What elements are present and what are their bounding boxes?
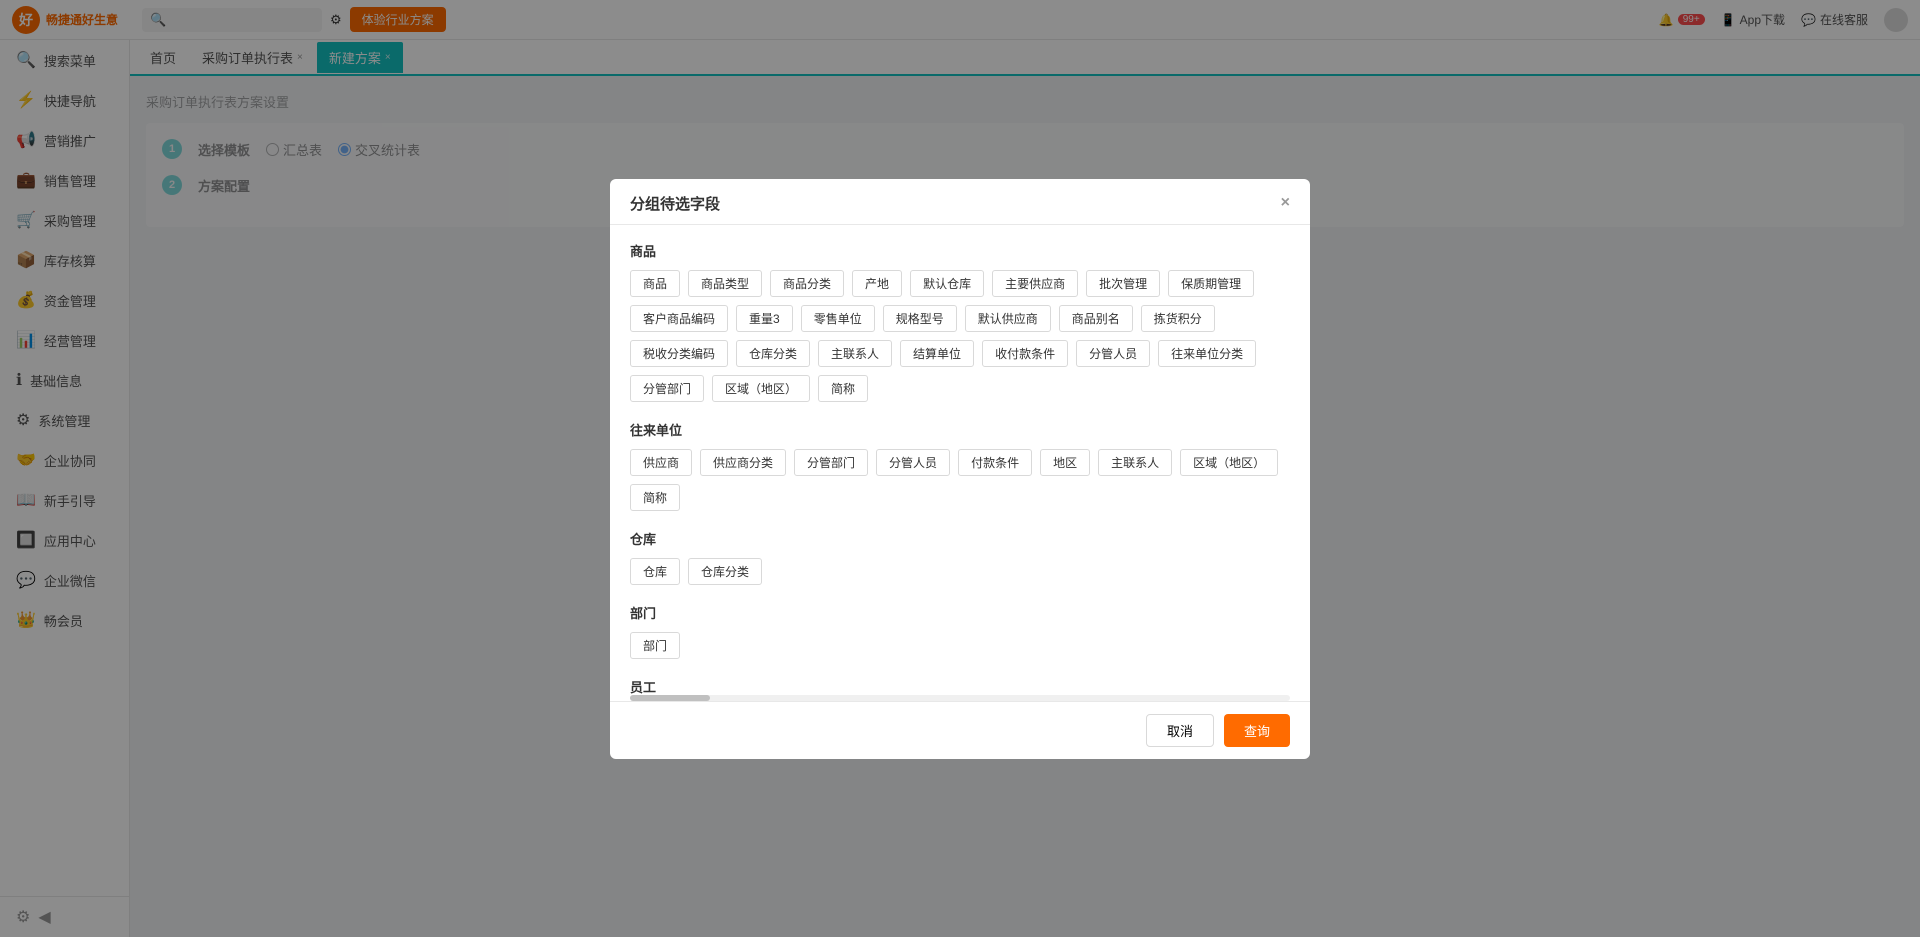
field-tag-main-contact[interactable]: 主联系人 (818, 340, 892, 367)
field-tag-customer-code[interactable]: 客户商品编码 (630, 305, 728, 332)
field-select-modal: 分组待选字段 × 商品 商品 商品类型 商品分类 产地 默认仓库 主要供应商 批… (610, 179, 1310, 759)
product-field-tags: 商品 商品类型 商品分类 产地 默认仓库 主要供应商 批次管理 保质期管理 客户… (630, 270, 1290, 402)
dept-field-tags: 部门 (630, 632, 1290, 659)
field-tag-product-alias[interactable]: 商品别名 (1059, 305, 1133, 332)
field-tag-payment-terms[interactable]: 收付款条件 (982, 340, 1068, 367)
field-tag-region[interactable]: 区域（地区） (712, 375, 810, 402)
field-tag-spec-model[interactable]: 规格型号 (883, 305, 957, 332)
field-tag-main-contact2[interactable]: 主联系人 (1098, 449, 1172, 476)
field-tag-payment-cond[interactable]: 付款条件 (958, 449, 1032, 476)
field-tag-tax-code[interactable]: 税收分类编码 (630, 340, 728, 367)
section-product-title: 商品 (630, 241, 1290, 260)
field-tag-partner-supervisor[interactable]: 分管人员 (876, 449, 950, 476)
section-warehouse-title: 仓库 (630, 529, 1290, 548)
horizontal-scroll-thumb (630, 695, 710, 701)
cancel-button[interactable]: 取消 (1146, 714, 1214, 747)
field-tag-product[interactable]: 商品 (630, 270, 680, 297)
modal-horizontal-scrollbar[interactable] (630, 695, 1290, 701)
field-tag-default-warehouse[interactable]: 默认仓库 (910, 270, 984, 297)
confirm-button[interactable]: 查询 (1224, 714, 1290, 747)
field-tag-default-supplier[interactable]: 默认供应商 (965, 305, 1051, 332)
field-tag-dept[interactable]: 分管部门 (630, 375, 704, 402)
field-tag-supervisor[interactable]: 分管人员 (1076, 340, 1150, 367)
field-tag-partner-category[interactable]: 往来单位分类 (1158, 340, 1256, 367)
modal-header: 分组待选字段 × (610, 179, 1310, 225)
field-tag-batch-mgmt[interactable]: 批次管理 (1086, 270, 1160, 297)
field-tag-main-supplier[interactable]: 主要供应商 (992, 270, 1078, 297)
field-tag-origin[interactable]: 产地 (852, 270, 902, 297)
modal-title: 分组待选字段 (630, 193, 720, 214)
field-tag-warehouse-cat[interactable]: 仓库分类 (688, 558, 762, 585)
field-tag-region2[interactable]: 区域（地区） (1180, 449, 1278, 476)
field-tag-warehouse[interactable]: 仓库 (630, 558, 680, 585)
field-tag-supplier-category[interactable]: 供应商分类 (700, 449, 786, 476)
field-tag-area[interactable]: 地区 (1040, 449, 1090, 476)
field-tag-product-category[interactable]: 商品分类 (770, 270, 844, 297)
field-tag-abbr2[interactable]: 简称 (630, 484, 680, 511)
section-dept-title: 部门 (630, 603, 1290, 622)
field-tag-partner-dept[interactable]: 分管部门 (794, 449, 868, 476)
field-tag-department[interactable]: 部门 (630, 632, 680, 659)
field-tag-retail-unit[interactable]: 零售单位 (801, 305, 875, 332)
field-tag-abbr[interactable]: 简称 (818, 375, 868, 402)
modal-body: 商品 商品 商品类型 商品分类 产地 默认仓库 主要供应商 批次管理 保质期管理… (610, 225, 1310, 695)
section-warehouse: 仓库 仓库 仓库分类 (630, 529, 1290, 585)
field-tag-settlement-unit[interactable]: 结算单位 (900, 340, 974, 367)
section-partner: 往来单位 供应商 供应商分类 分管部门 分管人员 付款条件 地区 主联系人 区域… (630, 420, 1290, 511)
field-tag-product-type[interactable]: 商品类型 (688, 270, 762, 297)
partner-field-tags: 供应商 供应商分类 分管部门 分管人员 付款条件 地区 主联系人 区域（地区） … (630, 449, 1290, 511)
section-employee-title: 员工 (630, 677, 1290, 695)
field-tag-warehouse-category[interactable]: 仓库分类 (736, 340, 810, 367)
section-product: 商品 商品 商品类型 商品分类 产地 默认仓库 主要供应商 批次管理 保质期管理… (630, 241, 1290, 402)
field-tag-weight3[interactable]: 重量3 (736, 305, 793, 332)
modal-close-button[interactable]: × (1281, 194, 1290, 212)
field-tag-supplier[interactable]: 供应商 (630, 449, 692, 476)
modal-overlay: 分组待选字段 × 商品 商品 商品类型 商品分类 产地 默认仓库 主要供应商 批… (0, 0, 1920, 937)
modal-footer: 取消 查询 (610, 701, 1310, 759)
section-dept: 部门 部门 (630, 603, 1290, 659)
field-tag-pick-points[interactable]: 拣货积分 (1141, 305, 1215, 332)
section-employee: 员工 业务员 (630, 677, 1290, 695)
field-tag-shelf-life[interactable]: 保质期管理 (1168, 270, 1254, 297)
warehouse-field-tags: 仓库 仓库分类 (630, 558, 1290, 585)
section-partner-title: 往来单位 (630, 420, 1290, 439)
